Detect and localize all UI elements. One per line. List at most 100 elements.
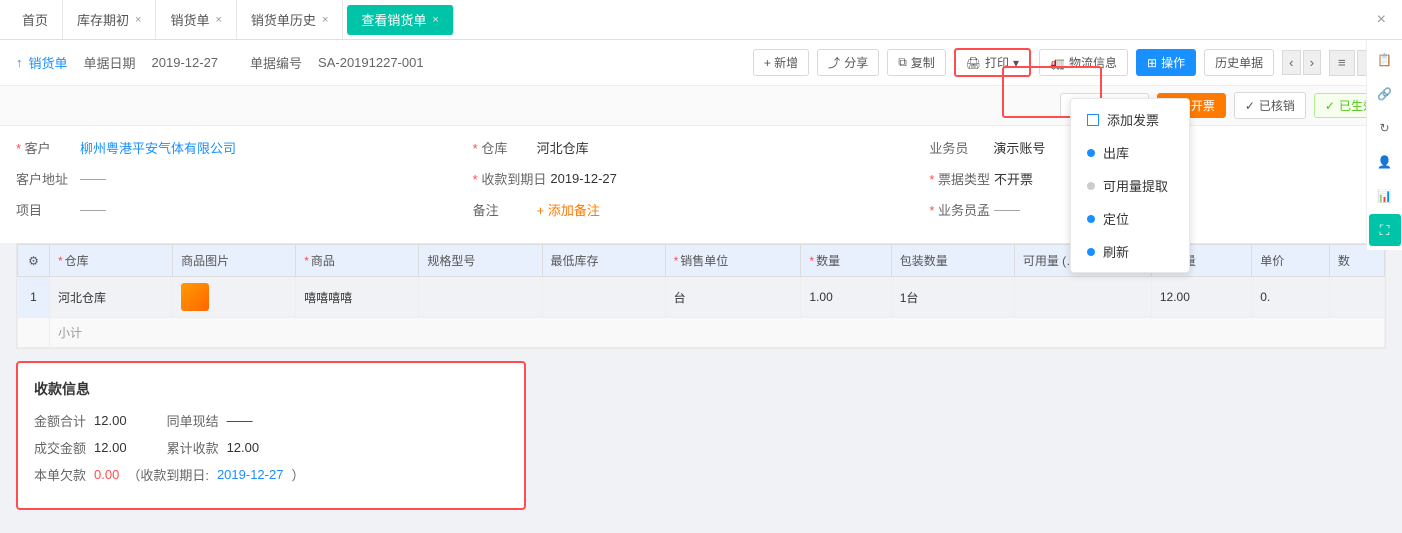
prev-button[interactable]: ‹: [1282, 50, 1300, 75]
doc-type-label: 销货单: [29, 53, 68, 72]
tab-inventory-init-close[interactable]: ×: [135, 14, 141, 26]
copy-icon: ⧉: [898, 55, 907, 70]
tab-home[interactable]: 首页: [8, 0, 63, 39]
col-pack-qty: 包装数量: [891, 245, 1014, 277]
gear-col-header: ⚙: [18, 245, 50, 277]
row-extra: [1329, 277, 1384, 318]
arrears-item: 本单欠款 0.00 （收款到期日: 2019-12-27 ）: [34, 465, 304, 484]
table-row: 1 河北仓库 嘻嘻嘻嘻 台 1.00 1台 12.00 0.: [18, 277, 1385, 318]
amount-value: 12.00: [94, 413, 127, 428]
right-tool-3[interactable]: ↻: [1369, 112, 1401, 144]
note-field: 备注 + 添加备注: [473, 200, 930, 219]
tab-view-sales[interactable]: 查看销货单 ×: [347, 5, 453, 35]
staff-label: 业务员: [929, 138, 989, 157]
customer-field: 客户 柳州粤港平安气体有限公司: [16, 138, 473, 157]
right-tool-4[interactable]: 👤: [1369, 146, 1401, 178]
col-warehouse: *仓库: [50, 245, 173, 277]
right-tool-2[interactable]: 🔗: [1369, 78, 1401, 110]
tab-sales-order-label: 销货单: [170, 10, 209, 29]
project-value: ——: [80, 202, 106, 217]
amount-item: 金额合计 12.00: [34, 411, 127, 430]
tab-sales-order-close[interactable]: ×: [215, 14, 221, 26]
tab-view-sales-close[interactable]: ×: [432, 14, 438, 26]
cumulative-label: 累计收款: [167, 438, 219, 457]
form-area: 客户 柳州粤港平安气体有限公司 仓库 河北仓库 业务员 演示账号 客户地址 ——…: [0, 126, 1402, 243]
refresh-item[interactable]: 刷新: [1071, 235, 1189, 268]
share-button[interactable]: ⤴ 分享: [817, 49, 879, 76]
print-button[interactable]: 🖨 打印 ▾: [954, 48, 1031, 77]
new-button[interactable]: + 新增: [753, 49, 809, 76]
tab-sales-history-close[interactable]: ×: [322, 14, 328, 26]
next-button[interactable]: ›: [1303, 50, 1321, 75]
operations-button[interactable]: ⊞ 操作: [1136, 49, 1196, 76]
locate-dot: [1087, 215, 1095, 223]
operations-icon: ⊞: [1147, 56, 1157, 70]
logistics-icon: 🚛: [1050, 56, 1065, 70]
doc-meta: 单据日期 2019-12-27 单据编号 SA-20191227-001: [84, 53, 424, 72]
doc-title: ↑ 销货单: [16, 53, 68, 72]
row-quantity: 1.00: [801, 277, 891, 318]
row-pack-qty: 1台: [891, 277, 1014, 318]
add-note-button[interactable]: + 添加备注: [537, 200, 600, 219]
tab-sales-history[interactable]: 销货单历史 ×: [237, 0, 343, 39]
locate-label: 定位: [1103, 209, 1129, 228]
due-date-prefix: （收款到期日:: [127, 465, 209, 484]
row-product: 嘻嘻嘻嘻: [296, 277, 419, 318]
staff2-value: ——: [994, 202, 1020, 217]
payment-row-3: 本单欠款 0.00 （收款到期日: 2019-12-27 ）: [34, 465, 508, 484]
outbound-item[interactable]: 出库: [1071, 136, 1189, 169]
row-available: [1014, 277, 1151, 318]
window-close-button[interactable]: ×: [1369, 11, 1394, 29]
cumulative-value: 12.00: [227, 440, 260, 455]
refresh-dot: [1087, 248, 1095, 256]
date-label: 单据日期: [84, 53, 136, 72]
row-min-stock: [542, 277, 665, 318]
payment-date-label: 收款到期日: [473, 169, 547, 188]
col-quantity: *数量: [801, 245, 891, 277]
col-unit-price: 单价: [1252, 245, 1330, 277]
confirm-button[interactable]: ✓ 已核销: [1234, 92, 1306, 119]
row-num: 1: [18, 277, 50, 318]
number-value: SA-20191227-001: [318, 55, 424, 70]
ticket-type-label: 票据类型: [929, 169, 990, 188]
tab-sales-order[interactable]: 销货单 ×: [156, 0, 236, 39]
payment-date-value: 2019-12-27: [550, 171, 617, 186]
customer-value[interactable]: 柳州粤港平安气体有限公司: [80, 138, 236, 157]
list-view-button[interactable]: ≡: [1329, 50, 1355, 76]
tab-inventory-init[interactable]: 库存期初 ×: [63, 0, 156, 39]
add-invoice-label: 添加发票: [1107, 110, 1159, 129]
locate-item[interactable]: 定位: [1071, 202, 1189, 235]
add-invoice-item[interactable]: 添加发票: [1071, 103, 1189, 136]
row-spec: [419, 277, 542, 318]
col-product-img: 商品图片: [173, 245, 296, 277]
available-dot: [1087, 182, 1095, 190]
available-extract-item[interactable]: 可用量提取: [1071, 169, 1189, 202]
right-tool-1[interactable]: 📋: [1369, 44, 1401, 76]
warehouse-label: 仓库: [473, 138, 533, 157]
logistics-button[interactable]: 🚛 物流信息: [1039, 49, 1128, 76]
ticket-type-value: 不开票: [994, 169, 1033, 188]
arrears-value: 0.00: [94, 467, 119, 482]
customer-label: 客户: [16, 138, 76, 157]
row-warehouse: 河北仓库: [50, 277, 173, 318]
warehouse-value: 河北仓库: [537, 138, 589, 157]
check-icon: ✓: [1325, 99, 1335, 113]
doc-icon: ↑: [16, 55, 23, 70]
nav-arrows: ‹ ›: [1282, 50, 1321, 75]
history-button[interactable]: 历史单据: [1204, 49, 1274, 76]
payment-info-section: 收款信息 金额合计 12.00 同单现结 —— 成交金额 12.00 累计收款 …: [16, 361, 526, 510]
copy-button[interactable]: ⧉ 复制: [887, 49, 946, 76]
deal-amount-item: 成交金额 12.00: [34, 438, 127, 457]
print-icon: 🖨: [966, 56, 981, 70]
project-field: 项目 ——: [16, 200, 473, 219]
right-tool-5[interactable]: 📊: [1369, 180, 1401, 212]
payment-info-title: 收款信息: [34, 379, 508, 399]
warehouse-field: 仓库 河北仓库: [473, 138, 930, 157]
product-image: [181, 283, 209, 311]
tab-sales-history-label: 销货单历史: [251, 10, 316, 29]
col-min-stock: 最低库存: [542, 245, 665, 277]
tab-inventory-init-label: 库存期初: [77, 10, 129, 29]
available-extract-label: 可用量提取: [1103, 176, 1168, 195]
amount-label: 金额合计: [34, 411, 86, 430]
right-tool-expand[interactable]: ⛶: [1369, 214, 1401, 246]
